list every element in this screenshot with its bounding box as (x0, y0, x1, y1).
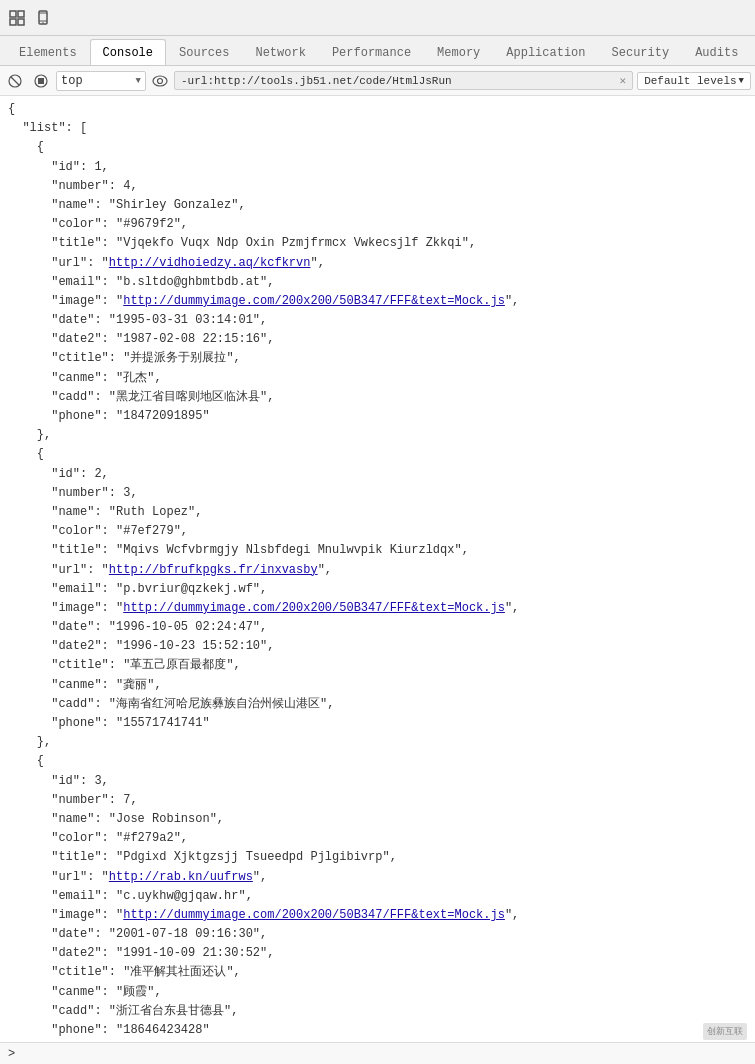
console-line: "name": "Ruth Lopez", (0, 503, 755, 522)
console-line: "name": "Shirley Gonzalez", (0, 196, 755, 215)
svg-line-9 (11, 77, 19, 85)
console-line: "image": "http://dummyimage.com/200x200/… (0, 599, 755, 618)
svg-point-7 (42, 22, 44, 24)
console-line: }, (0, 426, 755, 445)
console-line: { (0, 445, 755, 464)
console-line: { (0, 100, 755, 119)
console-line: "date": "2001-07-18 09:16:30", (0, 925, 755, 944)
console-line: { (0, 138, 755, 157)
inspect-icon[interactable] (6, 7, 28, 29)
console-line: "date2": "1991-10-09 21:30:52", (0, 944, 755, 963)
console-line: "list": [ (0, 119, 755, 138)
console-toolbar: top ▼ -url:http://tools.jb51.net/code/Ht… (0, 66, 755, 96)
console-line: "color": "#7ef279", (0, 522, 755, 541)
console-line: "id": 2, (0, 465, 755, 484)
top-toolbar (0, 0, 755, 36)
image-link-1[interactable]: http://dummyimage.com/200x200/50B347/FFF… (123, 294, 505, 308)
svg-point-12 (153, 76, 167, 86)
dropdown-arrow-icon: ▼ (136, 76, 141, 86)
console-line: "url": "http://bfrufkpgks.fr/inxvasby", (0, 561, 755, 580)
watermark: 创新互联 (703, 1023, 747, 1040)
svg-rect-2 (10, 19, 16, 25)
tab-sources[interactable]: Sources (166, 39, 242, 65)
url-clear-icon[interactable]: ✕ (620, 74, 627, 87)
console-line: }, (0, 733, 755, 752)
console-line: "cadd": "海南省红河哈尼族彝族自治州候山港区", (0, 695, 755, 714)
url-filter-text: -url:http://tools.jb51.net/code/HtmlJsRu… (181, 75, 620, 87)
tab-elements[interactable]: Elements (6, 39, 90, 65)
console-line: "email": "c.uykhw@gjqaw.hr", (0, 887, 755, 906)
url-link-2[interactable]: http://bfrufkpgks.fr/inxvasby (109, 563, 318, 577)
console-line: "url": "http://vidhoiedzy.aq/kcfkrvn", (0, 254, 755, 273)
console-line: "date": "1996-10-05 02:24:47", (0, 618, 755, 637)
context-selector[interactable]: top ▼ (56, 71, 146, 91)
url-filter-bar[interactable]: -url:http://tools.jb51.net/code/HtmlJsRu… (174, 71, 633, 90)
levels-label: Default levels (644, 75, 736, 87)
image-link-3[interactable]: http://dummyimage.com/200x200/50B347/FFF… (123, 908, 505, 922)
tab-console[interactable]: Console (90, 39, 166, 65)
more-tabs[interactable]: ⋮ (751, 52, 755, 65)
tab-performance[interactable]: Performance (319, 39, 424, 65)
console-line: "phone": "18472091895" (0, 407, 755, 426)
console-line: "name": "Jose Robinson", (0, 810, 755, 829)
console-line: "number": 4, (0, 177, 755, 196)
url-link-1[interactable]: http://vidhoiedzy.aq/kcfkrvn (109, 256, 311, 270)
console-line: "ctitle": "并提派务于别展拉", (0, 349, 755, 368)
console-line: "canme": "龚丽", (0, 676, 755, 695)
tab-bar: Elements Console Sources Network Perform… (0, 36, 755, 66)
console-line: "date2": "1996-10-23 15:52:10", (0, 637, 755, 656)
tab-application[interactable]: Application (493, 39, 598, 65)
toolbar-icons (6, 7, 54, 29)
console-line: "image": "http://dummyimage.com/200x200/… (0, 292, 755, 311)
console-line: "canme": "孔杰", (0, 369, 755, 388)
svg-rect-3 (18, 19, 24, 25)
console-line: "cadd": "浙江省台东县甘德县", (0, 1002, 755, 1021)
svg-rect-1 (18, 11, 24, 17)
console-line: "number": 3, (0, 484, 755, 503)
tab-audits[interactable]: Audits (682, 39, 751, 65)
console-line: "date": "1995-03-31 03:14:01", (0, 311, 755, 330)
console-line: "title": "Pdgixd Xjktgzsjj Tsueedpd Pjlg… (0, 848, 755, 867)
console-line: "email": "b.sltdo@ghbmtbdb.at", (0, 273, 755, 292)
svg-rect-11 (38, 78, 44, 84)
levels-arrow-icon: ▼ (739, 76, 744, 86)
console-line: "color": "#f279a2", (0, 829, 755, 848)
levels-button[interactable]: Default levels ▼ (637, 72, 751, 90)
console-line: "id": 1, (0, 158, 755, 177)
console-line: "cadd": "黑龙江省目喀则地区临沐县", (0, 388, 755, 407)
console-line: { (0, 752, 755, 771)
tab-network[interactable]: Network (242, 39, 318, 65)
console-line: "id": 3, (0, 772, 755, 791)
clear-console-icon[interactable] (4, 70, 26, 92)
console-line: "url": "http://rab.kn/uufrws", (0, 868, 755, 887)
tab-security[interactable]: Security (599, 39, 683, 65)
console-line: "color": "#9679f2", (0, 215, 755, 234)
console-prompt: > (8, 1047, 15, 1061)
console-line: "image": "http://dummyimage.com/200x200/… (0, 906, 755, 925)
console-line: "title": "Vjqekfo Vuqx Ndp Oxin Pzmjfrmc… (0, 234, 755, 253)
console-line: "date2": "1987-02-08 22:15:16", (0, 330, 755, 349)
svg-point-13 (158, 78, 163, 83)
console-line: "ctitle": "准平解其社面还认", (0, 963, 755, 982)
console-line: "canme": "顾霞", (0, 983, 755, 1002)
image-link-2[interactable]: http://dummyimage.com/200x200/50B347/FFF… (123, 601, 505, 615)
url-link-3[interactable]: http://rab.kn/uufrws (109, 870, 253, 884)
console-prompt-bar: > (0, 1042, 755, 1064)
svg-rect-0 (10, 11, 16, 17)
stop-icon[interactable] (30, 70, 52, 92)
console-line: "phone": "15571741741" (0, 714, 755, 733)
console-line: "phone": "18646423428" (0, 1021, 755, 1040)
tab-memory[interactable]: Memory (424, 39, 493, 65)
console-line: "title": "Mqivs Wcfvbrmgjy Nlsbfdegi Mnu… (0, 541, 755, 560)
mobile-icon[interactable] (32, 7, 54, 29)
console-output: { "list": [ { "id": 1, "number": 4, "nam… (0, 96, 755, 1064)
console-line: "ctitle": "革五己原百最都度", (0, 656, 755, 675)
console-line: "number": 7, (0, 791, 755, 810)
filter-eye-icon[interactable] (150, 71, 170, 91)
console-line: "email": "p.bvriur@qzkekj.wf", (0, 580, 755, 599)
